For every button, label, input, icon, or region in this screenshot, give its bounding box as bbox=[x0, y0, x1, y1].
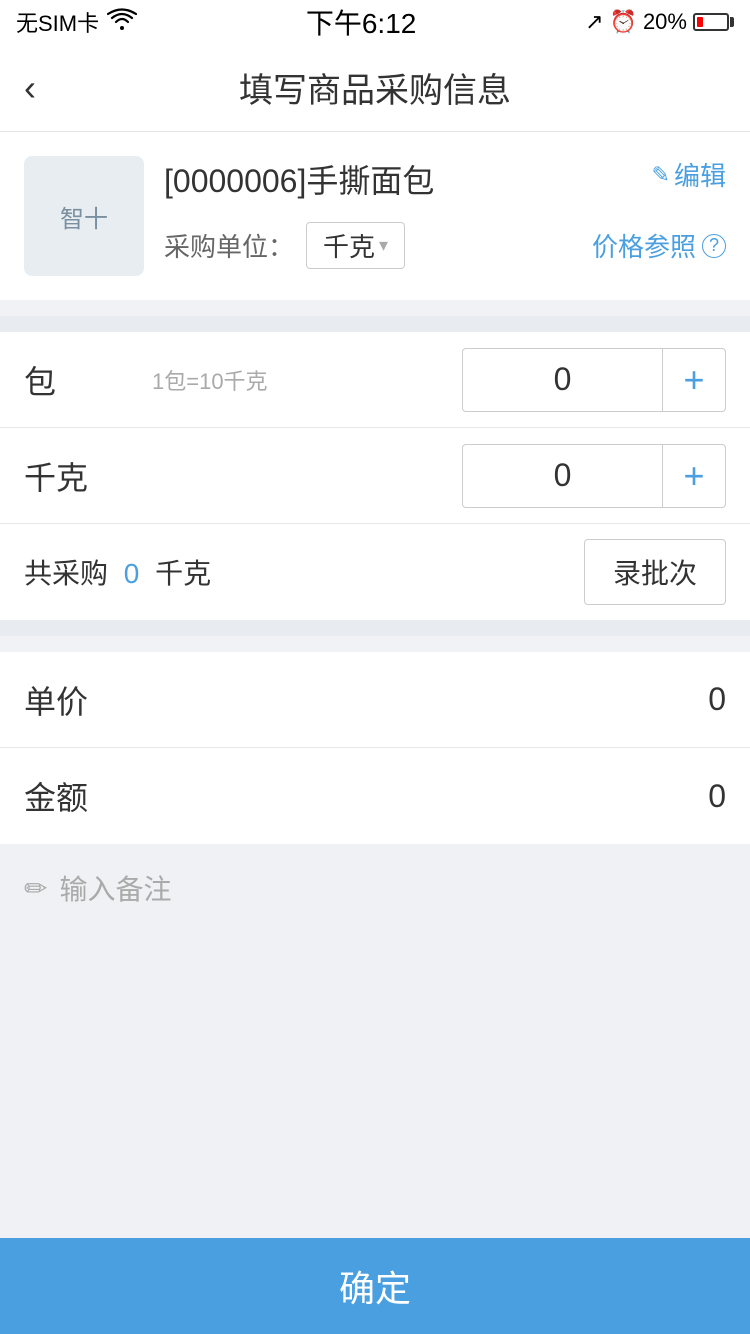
bag-qty-input[interactable] bbox=[462, 348, 662, 412]
confirm-button[interactable]: 确定 bbox=[0, 1238, 750, 1334]
summary-text: 共采购 bbox=[24, 558, 108, 589]
alarm-icon: ⏰ bbox=[610, 9, 637, 35]
status-left: 无SIM卡 bbox=[16, 6, 137, 38]
dropdown-icon: ▾ bbox=[379, 235, 388, 256]
price-ref-button[interactable]: 价格参照 ? bbox=[592, 227, 726, 264]
location-icon: ↗ bbox=[585, 9, 603, 35]
pencil-icon: ✏ bbox=[24, 872, 47, 905]
wifi-icon bbox=[107, 8, 137, 36]
bag-plus-button[interactable]: + bbox=[662, 348, 726, 412]
battery-icon bbox=[693, 13, 734, 31]
edit-icon: ✎ bbox=[652, 162, 670, 188]
summary-text-group: 共采购 0 千克 bbox=[24, 552, 211, 592]
unit-price-row: 单价 0 bbox=[0, 652, 750, 748]
bag-input-row: 包 1包=10千克 + bbox=[0, 332, 750, 428]
note-section[interactable]: ✏ 输入备注 bbox=[0, 844, 750, 932]
product-name: [0000006]手撕面包 bbox=[164, 156, 434, 202]
section-divider-2 bbox=[0, 620, 750, 636]
info-icon: ? bbox=[702, 234, 726, 258]
unit-value: 千克 bbox=[323, 227, 375, 264]
status-bar: 无SIM卡 下午6:12 ↗ ⏰ 20% bbox=[0, 0, 750, 44]
product-info: [0000006]手撕面包 ✎ 编辑 采购单位： 千克 ▾ 价格参照 ? bbox=[164, 156, 726, 269]
unit-price-value: 0 bbox=[708, 681, 726, 718]
section-divider-1 bbox=[0, 316, 750, 332]
back-button[interactable]: ‹ bbox=[24, 67, 36, 109]
bag-sublabel: 1包=10千克 bbox=[152, 364, 268, 396]
price-info-section: 单价 0 金额 0 bbox=[0, 652, 750, 844]
unit-price-label: 单价 bbox=[24, 677, 88, 723]
summary-row: 共采购 0 千克 录批次 bbox=[0, 524, 750, 620]
bag-label: 包 bbox=[24, 357, 144, 403]
page-title: 填写商品采购信息 bbox=[239, 63, 511, 112]
kg-qty-input[interactable] bbox=[462, 444, 662, 508]
edit-label: 编辑 bbox=[674, 156, 726, 193]
product-row-bottom: 采购单位： 千克 ▾ 价格参照 ? bbox=[164, 222, 726, 269]
empty-space bbox=[0, 932, 750, 1252]
bag-qty-wrapper: + bbox=[462, 348, 726, 412]
input-section: 包 1包=10千克 + 千克 + bbox=[0, 332, 750, 524]
unit-row: 采购单位： 千克 ▾ bbox=[164, 222, 405, 269]
summary-unit: 千克 bbox=[155, 558, 211, 589]
battery-percent: 20% bbox=[643, 9, 687, 35]
amount-row: 金额 0 bbox=[0, 748, 750, 844]
unit-label-text: 采购单位： bbox=[164, 227, 294, 264]
kg-plus-button[interactable]: + bbox=[662, 444, 726, 508]
unit-selector[interactable]: 千克 ▾ bbox=[306, 222, 405, 269]
amount-value: 0 bbox=[708, 778, 726, 815]
product-row-top: [0000006]手撕面包 ✎ 编辑 bbox=[164, 156, 726, 202]
status-right: ↗ ⏰ 20% bbox=[585, 9, 734, 35]
note-placeholder: 输入备注 bbox=[59, 868, 171, 908]
status-time: 下午6:12 bbox=[306, 2, 417, 42]
price-ref-label: 价格参照 bbox=[592, 227, 696, 264]
summary-amount: 0 bbox=[124, 558, 140, 589]
product-thumbnail: 智十 bbox=[24, 156, 144, 276]
kg-input-row: 千克 + bbox=[0, 428, 750, 524]
product-card: 智十 [0000006]手撕面包 ✎ 编辑 采购单位： 千克 ▾ 价格参照 ? bbox=[0, 132, 750, 300]
edit-button[interactable]: ✎ 编辑 bbox=[652, 156, 726, 193]
kg-label: 千克 bbox=[24, 453, 144, 499]
sim-text: 无SIM卡 bbox=[16, 6, 99, 38]
batch-button[interactable]: 录批次 bbox=[584, 539, 726, 605]
nav-bar: ‹ 填写商品采购信息 bbox=[0, 44, 750, 132]
amount-label: 金额 bbox=[24, 773, 88, 819]
kg-qty-wrapper: + bbox=[462, 444, 726, 508]
thumb-text: 智十 bbox=[60, 199, 108, 234]
